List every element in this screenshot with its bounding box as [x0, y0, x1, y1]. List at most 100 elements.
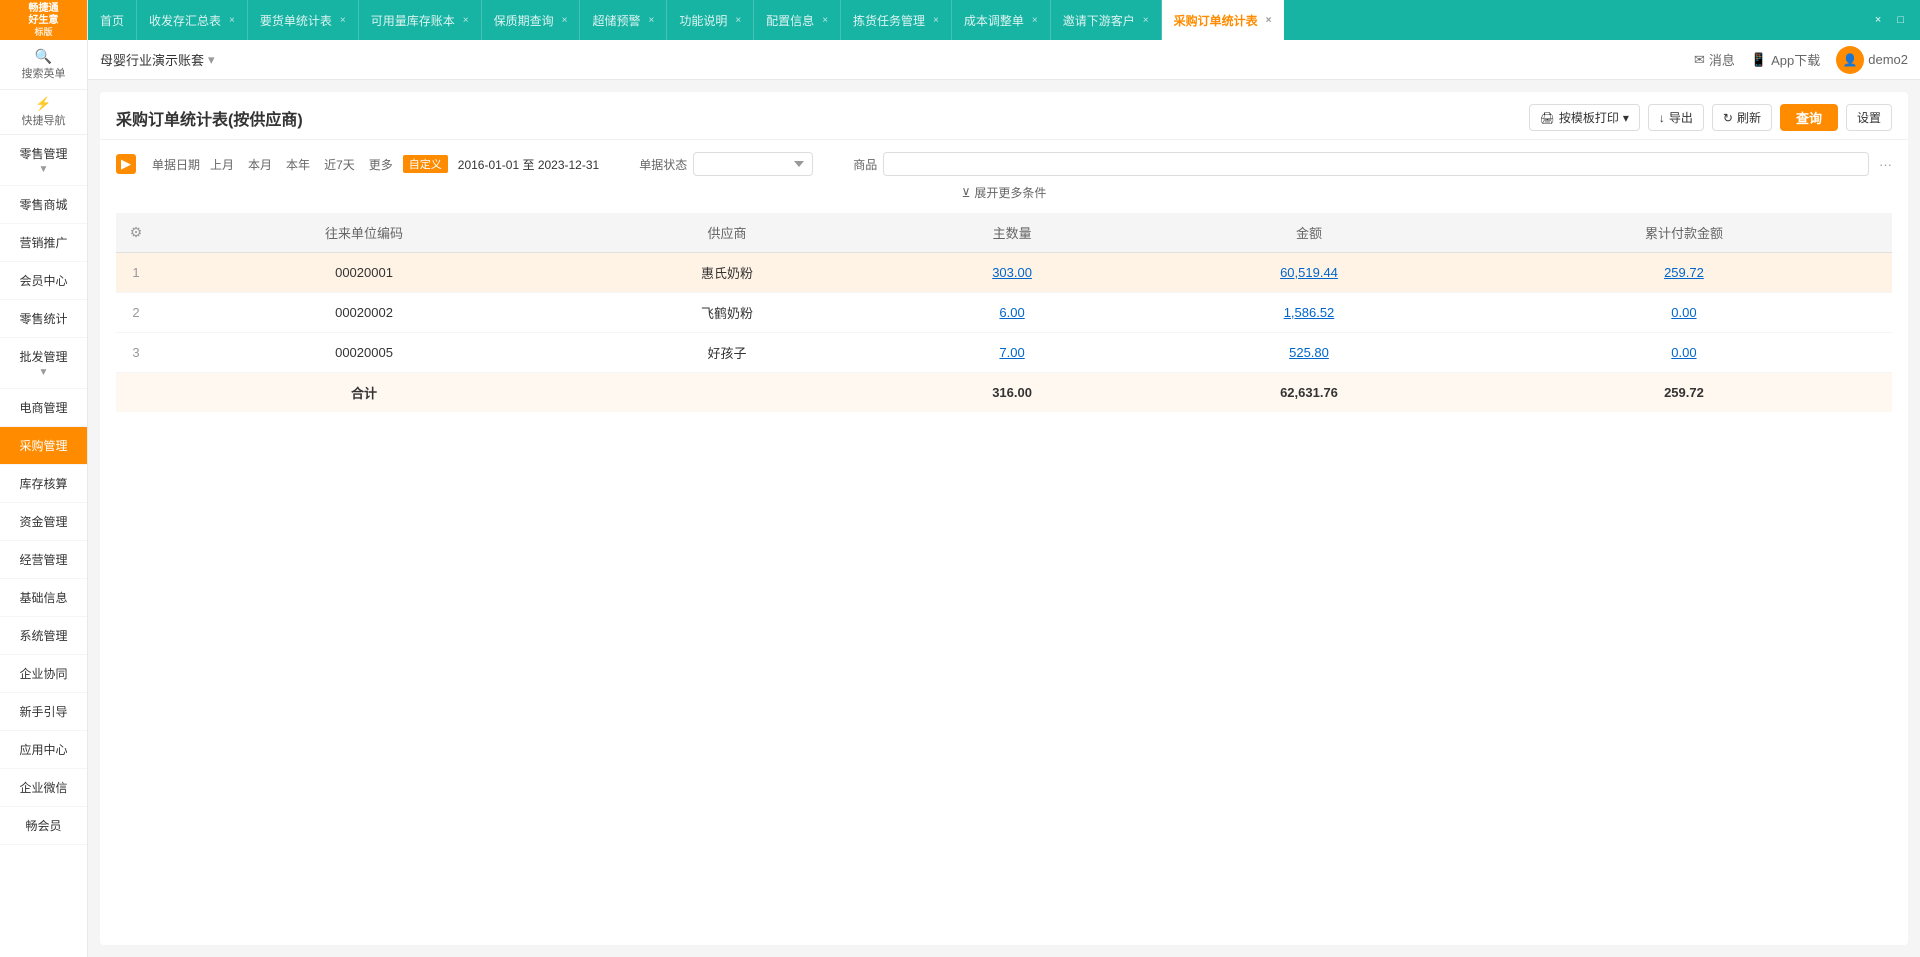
table-row: 3 00020005 好孩子 7.00 525.80 0.00 — [116, 333, 1892, 373]
row-paid-2[interactable]: 0.00 — [1476, 293, 1892, 333]
table-wrapper: ⚙ 往来单位编码 供应商 主数量 金额 累计付款金额 1 00020001 惠氏… — [100, 213, 1908, 428]
sidebar-item-member-center[interactable]: 会员中心 — [0, 262, 87, 300]
sidebar-item-operations[interactable]: 经营管理 — [0, 541, 87, 579]
row-qty-3[interactable]: 7.00 — [882, 333, 1142, 373]
tab-close-config-info[interactable]: × — [822, 15, 828, 26]
sidebar-item-finance[interactable]: 资金管理 — [0, 503, 87, 541]
date-shortcut-last-month[interactable]: 上月 — [206, 154, 238, 175]
sidebar-item-enterprise[interactable]: 企业协同 — [0, 655, 87, 693]
date-shortcut-more[interactable]: 更多 — [365, 154, 397, 175]
sidebar-item-new-guide[interactable]: 新手引导 — [0, 693, 87, 731]
sidebar-item-retail-stats[interactable]: 零售统计 — [0, 300, 87, 338]
page-title: 采购订单统计表(按供应商) — [116, 106, 303, 130]
user-avatar[interactable]: 👤 demo2 — [1836, 46, 1908, 74]
sidebar-item-sys-mgmt[interactable]: 系统管理 — [0, 617, 87, 655]
message-label: 消息 — [1709, 50, 1735, 69]
tab-close-receive-send[interactable]: × — [229, 15, 235, 26]
tab-close-goods-stats[interactable]: × — [340, 15, 346, 26]
tab-close-purchase-order-stats[interactable]: × — [1266, 15, 1272, 26]
sidebar-item-label-member-card: 畅会员 — [25, 817, 61, 834]
tab-close-available-stock[interactable]: × — [463, 15, 469, 26]
date-custom-badge[interactable]: 自定义 — [403, 155, 448, 173]
sidebar-item-label-member-center: 会员中心 — [19, 272, 67, 289]
top-tab-receive-send[interactable]: 收发存汇总表× — [137, 0, 248, 40]
sidebar-item-ecommerce[interactable]: 电商管理 — [0, 389, 87, 427]
column-settings-icon[interactable]: ⚙ — [130, 224, 143, 240]
secondary-header: 母婴行业演示账套 ▾ ✉ 消息 📱 App下载 👤 demo2 — [88, 40, 1920, 80]
tab-close-cost-adjust[interactable]: × — [1032, 15, 1038, 26]
tab-close-func-desc[interactable]: × — [735, 15, 741, 26]
sidebar-item-basic-info[interactable]: 基础信息 — [0, 579, 87, 617]
refresh-button[interactable]: ↻ 刷新 — [1712, 104, 1772, 131]
top-tab-home[interactable]: 首页 — [88, 0, 137, 40]
table-body: 1 00020001 惠氏奶粉 303.00 60,519.44 259.72 … — [116, 253, 1892, 373]
table-header: ⚙ 往来单位编码 供应商 主数量 金额 累计付款金额 — [116, 213, 1892, 253]
app-download-button[interactable]: 📱 App下载 — [1751, 50, 1820, 69]
date-shortcut-7days[interactable]: 近7天 — [320, 154, 359, 175]
export-button[interactable]: ↓ 导出 — [1648, 104, 1704, 131]
tab-label-goods-stats: 要货单统计表 — [260, 12, 332, 29]
query-button[interactable]: 查询 — [1780, 104, 1838, 131]
sidebar-item-inventory[interactable]: 库存核算 — [0, 465, 87, 503]
filter-toggle-button[interactable]: ▶ — [116, 154, 136, 174]
sidebar-item-app-center[interactable]: 应用中心 — [0, 731, 87, 769]
template-print-button[interactable]: 🖨 按模板打印 ▾ — [1529, 104, 1640, 131]
footer-total-row: 合计 316.00 62,631.76 259.72 — [116, 373, 1892, 413]
top-tab-invite-downstream[interactable]: 邀请下游客户× — [1051, 0, 1162, 40]
quick-nav[interactable]: ⚡ 快捷导航 — [0, 90, 87, 135]
sidebar-item-label-operations: 经营管理 — [19, 551, 67, 568]
goods-ellipsis-button[interactable]: ··· — [1879, 157, 1892, 172]
sidebar-item-batch-mgmt[interactable]: 批发管理▼ — [0, 338, 87, 389]
top-tab-config-info[interactable]: 配置信息× — [754, 0, 841, 40]
sidebar-item-marketing[interactable]: 营销推广 — [0, 224, 87, 262]
expand-window-button[interactable]: □ — [1893, 12, 1908, 28]
tab-label-purchase-order-stats: 采购订单统计表 — [1174, 12, 1258, 29]
row-amount-3[interactable]: 525.80 — [1142, 333, 1476, 373]
sidebar-item-enterprise-wechat[interactable]: 企业微信 — [0, 769, 87, 807]
row-qty-2[interactable]: 6.00 — [882, 293, 1142, 333]
status-label: 单据状态 — [639, 156, 687, 173]
expand-icon: ⊻ — [962, 186, 971, 200]
sidebar-item-retail-mall[interactable]: 零售商城 — [0, 186, 87, 224]
workspace-selector[interactable]: 母婴行业演示账套 ▾ — [100, 50, 215, 69]
top-tab-available-stock[interactable]: 可用量库存账本× — [359, 0, 482, 40]
goods-input[interactable] — [883, 152, 1869, 176]
top-tab-cost-adjust[interactable]: 成本调整单× — [952, 0, 1051, 40]
sidebar-item-retail-mgmt[interactable]: 零售管理▼ — [0, 135, 87, 186]
date-shortcut-this-month[interactable]: 本月 — [244, 154, 276, 175]
row-supplier-3: 好孩子 — [572, 333, 882, 373]
message-button[interactable]: ✉ 消息 — [1694, 50, 1735, 69]
export-icon: ↓ — [1659, 111, 1665, 125]
row-paid-1[interactable]: 259.72 — [1476, 253, 1892, 293]
tab-close-overstock[interactable]: × — [648, 15, 654, 26]
search-menu[interactable]: 🔍 搜索英单 — [0, 40, 87, 90]
row-qty-1[interactable]: 303.00 — [882, 253, 1142, 293]
sidebar-item-member-card[interactable]: 畅会员 — [0, 807, 87, 845]
row-amount-2[interactable]: 1,586.52 — [1142, 293, 1476, 333]
sidebar-item-purchase-mgmt[interactable]: 采购管理 — [0, 427, 87, 465]
date-shortcut-this-year[interactable]: 本年 — [282, 154, 314, 175]
top-bar-actions: × □ — [1859, 12, 1920, 28]
top-tab-warranty[interactable]: 保质期查询× — [482, 0, 581, 40]
sidebar-item-label-retail-stats: 零售统计 — [19, 310, 67, 327]
top-tab-goods-stats[interactable]: 要货单统计表 × — [248, 0, 359, 40]
sidebar-item-label-app-center: 应用中心 — [19, 741, 67, 758]
print-dropdown-icon: ▾ — [1623, 111, 1629, 125]
settings-button[interactable]: 设置 — [1846, 104, 1892, 131]
top-tab-overstock[interactable]: 超储预警× — [580, 0, 667, 40]
row-seq-1: 1 — [116, 253, 156, 293]
row-paid-3[interactable]: 0.00 — [1476, 333, 1892, 373]
tab-close-warranty[interactable]: × — [562, 15, 568, 26]
logo-text: 畅捷通 好生意 标版 — [29, 3, 59, 38]
top-tab-pick-task[interactable]: 拣货任务管理× — [841, 0, 952, 40]
top-tab-purchase-order-stats[interactable]: 采购订单统计表 × — [1162, 0, 1285, 40]
expand-more-button[interactable]: ⊻ 展开更多条件 — [962, 184, 1047, 201]
status-select[interactable] — [693, 152, 813, 176]
col-settings-header[interactable]: ⚙ — [116, 213, 156, 253]
tab-close-pick-task[interactable]: × — [933, 15, 939, 26]
sidebar-item-label-basic-info: 基础信息 — [19, 589, 67, 606]
row-amount-1[interactable]: 60,519.44 — [1142, 253, 1476, 293]
close-window-button[interactable]: × — [1871, 12, 1885, 28]
top-tab-func-desc[interactable]: 功能说明× — [667, 0, 754, 40]
tab-close-invite-downstream[interactable]: × — [1143, 15, 1149, 26]
